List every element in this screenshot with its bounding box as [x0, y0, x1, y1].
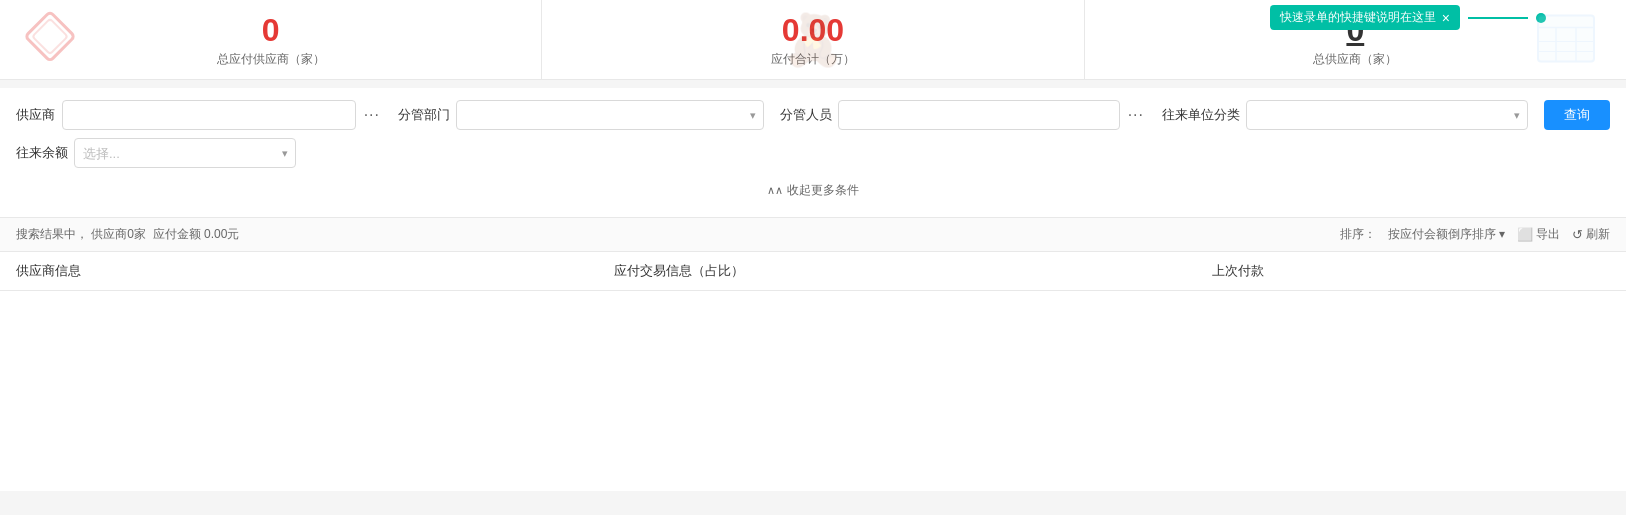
tooltip-line — [1468, 17, 1528, 19]
tooltip-bubble: 快速录单的快捷键说明在这里 × — [1270, 5, 1460, 30]
supplier-label: 供应商 — [16, 106, 56, 124]
table-body — [0, 291, 1626, 491]
export-label: 导出 — [1536, 226, 1560, 243]
department-filter-group: 分管部门 ▾ — [398, 100, 764, 130]
payable-suppliers-label: 总应付供应商（家） — [217, 51, 325, 68]
balance-input[interactable] — [74, 138, 296, 168]
filter-row-2: 往来余额 ▾ — [16, 138, 1610, 168]
collapse-button[interactable]: ∧∧ 收起更多条件 — [767, 182, 859, 199]
table-col2-header: 应付交易信息（占比） — [614, 262, 1212, 280]
manager-input[interactable] — [838, 100, 1120, 130]
unit-category-filter-group: 往来单位分类 ▾ — [1162, 100, 1528, 130]
total-suppliers-label: 总供应商（家） — [1313, 51, 1397, 68]
manager-label: 分管人员 — [780, 106, 832, 124]
manager-dots-btn[interactable]: ··· — [1126, 106, 1146, 124]
supplier-dots-btn[interactable]: ··· — [362, 106, 382, 124]
table-col1-header: 供应商信息 — [16, 262, 614, 280]
sort-option-label: 按应付会额倒序排序 — [1388, 227, 1496, 241]
balance-select-wrap: ▾ — [74, 138, 296, 168]
supplier-input[interactable] — [62, 100, 356, 130]
unit-category-select-wrap: ▾ — [1246, 100, 1528, 130]
tooltip-close-icon[interactable]: × — [1442, 11, 1450, 25]
stats-item-payable-total: 🧸 0.00 应付合计（万） — [542, 0, 1084, 79]
manager-filter-group: 分管人员 ··· — [780, 100, 1146, 130]
refresh-icon: ↺ — [1572, 227, 1583, 242]
sort-prefix: 排序： — [1340, 226, 1376, 243]
department-select-wrap: ▾ — [456, 100, 764, 130]
diamond-icon — [20, 10, 80, 70]
export-button[interactable]: ⬜ 导出 — [1517, 226, 1560, 243]
unit-category-label: 往来单位分类 — [1162, 106, 1240, 124]
sort-select[interactable]: 按应付会额倒序排序 ▾ — [1388, 226, 1505, 243]
balance-filter-group: 往来余额 ▾ — [16, 138, 296, 168]
collapse-row: ∧∧ 收起更多条件 — [16, 176, 1610, 209]
refresh-label: 刷新 — [1586, 226, 1610, 243]
right-watermark-icon — [1536, 13, 1596, 66]
export-icon: ⬜ — [1517, 227, 1533, 242]
supplier-count: 供应商0家 — [91, 227, 146, 241]
filter-row-1: 供应商 ··· 分管部门 ▾ 分管人员 ··· 往来单位分类 ▾ — [16, 100, 1610, 130]
table-col3-header: 上次付款 — [1212, 262, 1611, 280]
balance-label: 往来余额 — [16, 144, 68, 162]
filter-section: 供应商 ··· 分管部门 ▾ 分管人员 ··· 往来单位分类 ▾ — [0, 88, 1626, 218]
department-label: 分管部门 — [398, 106, 450, 124]
result-info: 搜索结果中， 供应商0家 应付金额 0.00元 — [16, 226, 239, 243]
unit-category-input[interactable] — [1246, 100, 1528, 130]
refresh-button[interactable]: ↺ 刷新 — [1572, 226, 1610, 243]
query-button[interactable]: 查询 — [1544, 100, 1610, 130]
tooltip-text: 快速录单的快捷键说明在这里 — [1280, 9, 1436, 26]
result-prefix: 搜索结果中， — [16, 227, 88, 241]
result-actions: 排序： 按应付会额倒序排序 ▾ ⬜ 导出 ↺ 刷新 — [1340, 226, 1610, 243]
tooltip-container: 快速录单的快捷键说明在这里 × — [1270, 5, 1546, 30]
stats-item-total-suppliers: 快速录单的快捷键说明在这里 × 0 总供应商（家） — [1085, 0, 1626, 79]
svg-rect-2 — [1538, 15, 1594, 61]
payable-amount: 应付金额 0.00元 — [153, 227, 240, 241]
stats-bar: 0 总应付供应商（家） 🧸 0.00 应付合计（万） 快速录单的快捷键说明在这里… — [0, 0, 1626, 80]
supplier-filter-group: 供应商 ··· — [16, 100, 382, 130]
table-header: 供应商信息 应付交易信息（占比） 上次付款 — [0, 252, 1626, 291]
collapse-label: 收起更多条件 — [787, 182, 859, 199]
department-input[interactable] — [456, 100, 764, 130]
payable-suppliers-value: 0 — [262, 11, 280, 49]
table: 供应商信息 应付交易信息（占比） 上次付款 — [0, 252, 1626, 491]
sort-arrow-icon: ▾ — [1499, 227, 1505, 241]
collapse-up-icon: ∧∧ — [767, 184, 783, 197]
result-bar: 搜索结果中， 供应商0家 应付金额 0.00元 排序： 按应付会额倒序排序 ▾ … — [0, 218, 1626, 252]
center-decoration-icon: 🧸 — [782, 11, 844, 69]
stats-item-payable-suppliers: 0 总应付供应商（家） — [0, 0, 542, 79]
